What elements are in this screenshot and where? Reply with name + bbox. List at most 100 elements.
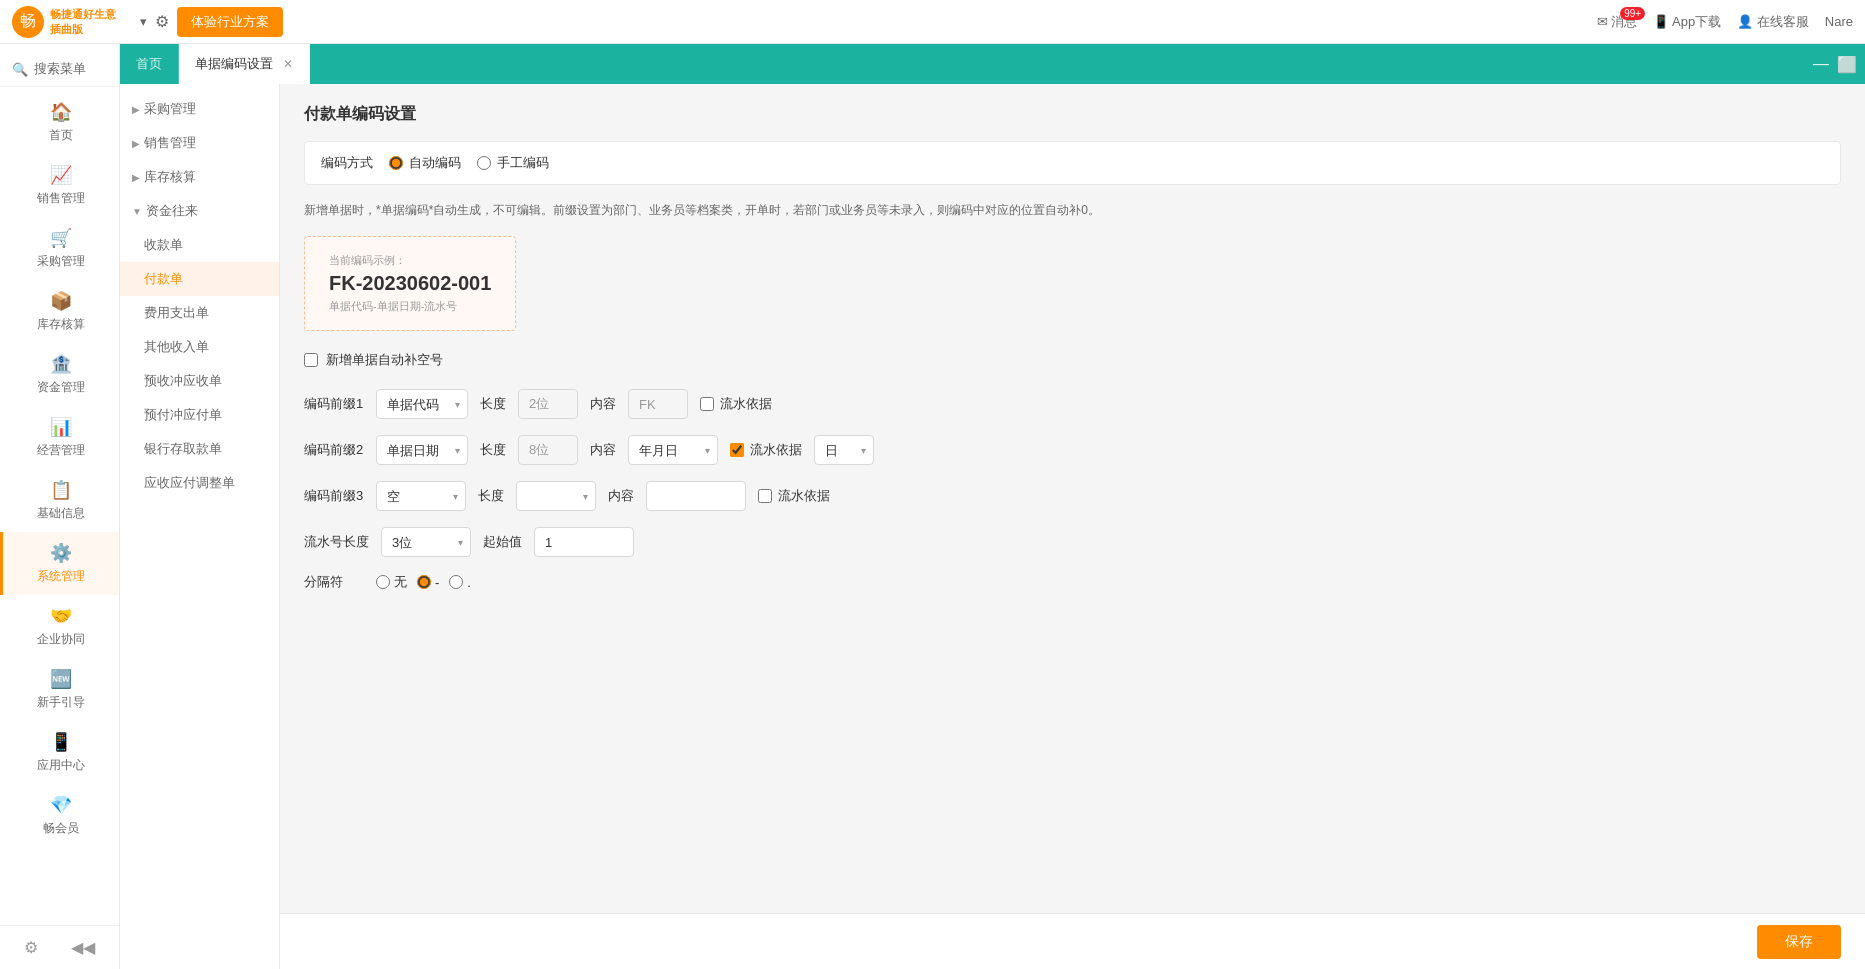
sidebar-item-finance[interactable]: 🏦 资金管理 (0, 343, 119, 406)
finance-icon: 🏦 (50, 353, 72, 375)
sidebar-sales-label: 销售管理 (37, 190, 85, 207)
sales-icon: 📈 (50, 164, 72, 186)
prefix2-content-select[interactable]: 年月日 年月 年 (628, 435, 718, 465)
prefix2-stream-label: 流水依据 (750, 441, 802, 459)
sub-item-ar-ap-adjust[interactable]: 应收应付调整单 (120, 466, 279, 500)
sep-none-radio[interactable] (376, 575, 390, 589)
sidebar: 🔍 搜索菜单 🏠 首页 📈 销售管理 🛒 采购管理 📦 库存核算 🏦 资金管理 … (0, 44, 120, 969)
prefix3-stream-checkbox[interactable] (758, 489, 772, 503)
sub-item-other-income[interactable]: 其他收入单 (120, 330, 279, 364)
tab-code-setting[interactable]: 单据编码设置 ✕ (179, 44, 310, 84)
inventory-icon: 📦 (50, 290, 72, 312)
sidebar-item-member[interactable]: 💎 畅会员 (0, 784, 119, 847)
app-download-btn[interactable]: 📱 App下载 (1653, 13, 1721, 31)
sub-item-bank-deposit[interactable]: 银行存取款单 (120, 432, 279, 466)
basics-icon: 📋 (50, 479, 72, 501)
sep-dash-option[interactable]: - (417, 575, 439, 590)
prefix3-content-label: 内容 (608, 487, 634, 505)
start-value-input[interactable] (534, 527, 634, 557)
preview-box: 当前编码示例： FK-20230602-001 单据代码-单据日期-流水号 (304, 236, 516, 331)
prefix2-length-label: 长度 (480, 441, 506, 459)
sidebar-settings-btn[interactable]: ⚙ (24, 938, 38, 957)
message-btn[interactable]: ✉ 99+ 消息 (1597, 13, 1638, 31)
sub-group-capital[interactable]: ▼ 资金往来 (120, 194, 279, 228)
prefix1-length-input (518, 389, 578, 419)
auto-fill-row: 新增单据自动补空号 (304, 351, 1841, 369)
sub-group-inventory[interactable]: ▶ 库存核算 (120, 160, 279, 194)
prefix3-select[interactable]: 空 (376, 481, 466, 511)
auto-encoding-radio[interactable] (389, 156, 403, 170)
enterprise-icon: 🤝 (50, 605, 72, 627)
prefix2-row: 编码前缀2 单据日期 ▾ 长度 内容 年月日 (304, 435, 1841, 465)
prefix2-content-select-wrap: 年月日 年月 年 ▾ (628, 435, 718, 465)
manual-encoding-radio[interactable] (477, 156, 491, 170)
tab-maximize-btn[interactable]: ⬜ (1837, 55, 1857, 74)
sub-group-purchase-label: 采购管理 (144, 100, 196, 118)
prefix1-row: 编码前缀1 单据代码 ▾ 长度 内容 流水依 (304, 389, 1841, 419)
sidebar-item-purchase[interactable]: 🛒 采购管理 (0, 217, 119, 280)
prefix1-stream-label: 流水依据 (720, 395, 772, 413)
sep-dash-radio[interactable] (417, 575, 431, 589)
tab-close-icon[interactable]: ✕ (283, 57, 293, 71)
search-icon: 🔍 (12, 62, 28, 77)
tab-code-setting-label: 单据编码设置 (195, 55, 273, 73)
prefix1-content-label: 内容 (590, 395, 616, 413)
prefix2-stream-checkbox[interactable] (730, 443, 744, 457)
sidebar-item-home[interactable]: 🏠 首页 (0, 91, 119, 154)
sidebar-item-system[interactable]: ⚙️ 系统管理 (0, 532, 119, 595)
appcenter-icon: 📱 (50, 731, 72, 753)
prefix1-stream-checkbox[interactable] (700, 397, 714, 411)
sep-dot-radio[interactable] (449, 575, 463, 589)
sidebar-item-operations[interactable]: 📊 经营管理 (0, 406, 119, 469)
prefix1-stream-wrap: 流水依据 (700, 395, 772, 413)
auto-encoding-option[interactable]: 自动编码 (389, 154, 461, 172)
prefix1-select[interactable]: 单据代码 (376, 389, 468, 419)
tab-minimize-btn[interactable]: — (1813, 55, 1829, 73)
settings-icon[interactable]: ⚙ (155, 12, 169, 31)
prefix2-select[interactable]: 单据日期 (376, 435, 468, 465)
sub-item-prepay-payable[interactable]: 预付冲应付单 (120, 398, 279, 432)
trial-button[interactable]: 体验行业方案 (177, 7, 283, 37)
inner-layout: ▶ 采购管理 ▶ 销售管理 ▶ 库存核算 ▼ 资金往来 收款单 付款单 费用支出… (120, 84, 1865, 969)
sub-arrow-inventory: ▶ (132, 172, 140, 183)
sidebar-item-inventory[interactable]: 📦 库存核算 (0, 280, 119, 343)
sidebar-item-enterprise[interactable]: 🤝 企业协同 (0, 595, 119, 658)
operations-icon: 📊 (50, 416, 72, 438)
sidebar-item-guide[interactable]: 🆕 新手引导 (0, 658, 119, 721)
serial-length-select[interactable]: 3位 4位 5位 6位 (381, 527, 471, 557)
prefix3-length-label: 长度 (478, 487, 504, 505)
sub-item-payment[interactable]: 付款单 (120, 262, 279, 296)
logo-area: 畅 畅捷通好生意 插曲版 (12, 6, 132, 38)
sep-none-option[interactable]: 无 (376, 573, 407, 591)
sidebar-enterprise-label: 企业协同 (37, 631, 85, 648)
sep-dash-label: - (435, 575, 439, 590)
sub-item-receipt[interactable]: 收款单 (120, 228, 279, 262)
sub-group-inventory-label: 库存核算 (144, 168, 196, 186)
prefix2-unit-select[interactable]: 日 月 年 (814, 435, 874, 465)
prefix3-content-input[interactable] (646, 481, 746, 511)
sidebar-item-sales[interactable]: 📈 销售管理 (0, 154, 119, 217)
prefix3-length-select-wrap: ▾ (516, 481, 596, 511)
sub-group-purchase[interactable]: ▶ 采购管理 (120, 92, 279, 126)
sidebar-item-basics[interactable]: 📋 基础信息 (0, 469, 119, 532)
serial-length-label: 流水号长度 (304, 533, 369, 551)
tab-home[interactable]: 首页 (120, 44, 179, 84)
workspace-dropdown[interactable]: ▾ (140, 14, 147, 29)
online-service-btn[interactable]: 👤 在线客服 (1737, 13, 1809, 31)
sub-group-sales[interactable]: ▶ 销售管理 (120, 126, 279, 160)
home-icon: 🏠 (50, 101, 72, 123)
search-menu-btn[interactable]: 🔍 搜索菜单 (0, 52, 119, 87)
sidebar-finance-label: 资金管理 (37, 379, 85, 396)
sub-item-prepay-receivable[interactable]: 预收冲应收单 (120, 364, 279, 398)
manual-encoding-option[interactable]: 手工编码 (477, 154, 549, 172)
prefix3-label: 编码前缀3 (304, 487, 364, 505)
sidebar-item-appcenter[interactable]: 📱 应用中心 (0, 721, 119, 784)
sub-item-expense[interactable]: 费用支出单 (120, 296, 279, 330)
save-button[interactable]: 保存 (1757, 925, 1841, 959)
sep-dot-option[interactable]: . (449, 575, 471, 590)
prefix3-length-select[interactable] (516, 481, 596, 511)
auto-fill-checkbox[interactable] (304, 353, 318, 367)
sidebar-collapse-btn[interactable]: ◀◀ (71, 938, 95, 957)
form-container: 付款单编码设置 编码方式 自动编码 手工编码 (280, 84, 1865, 969)
serial-length-row: 流水号长度 3位 4位 5位 6位 ▾ 起始值 (304, 527, 1841, 557)
